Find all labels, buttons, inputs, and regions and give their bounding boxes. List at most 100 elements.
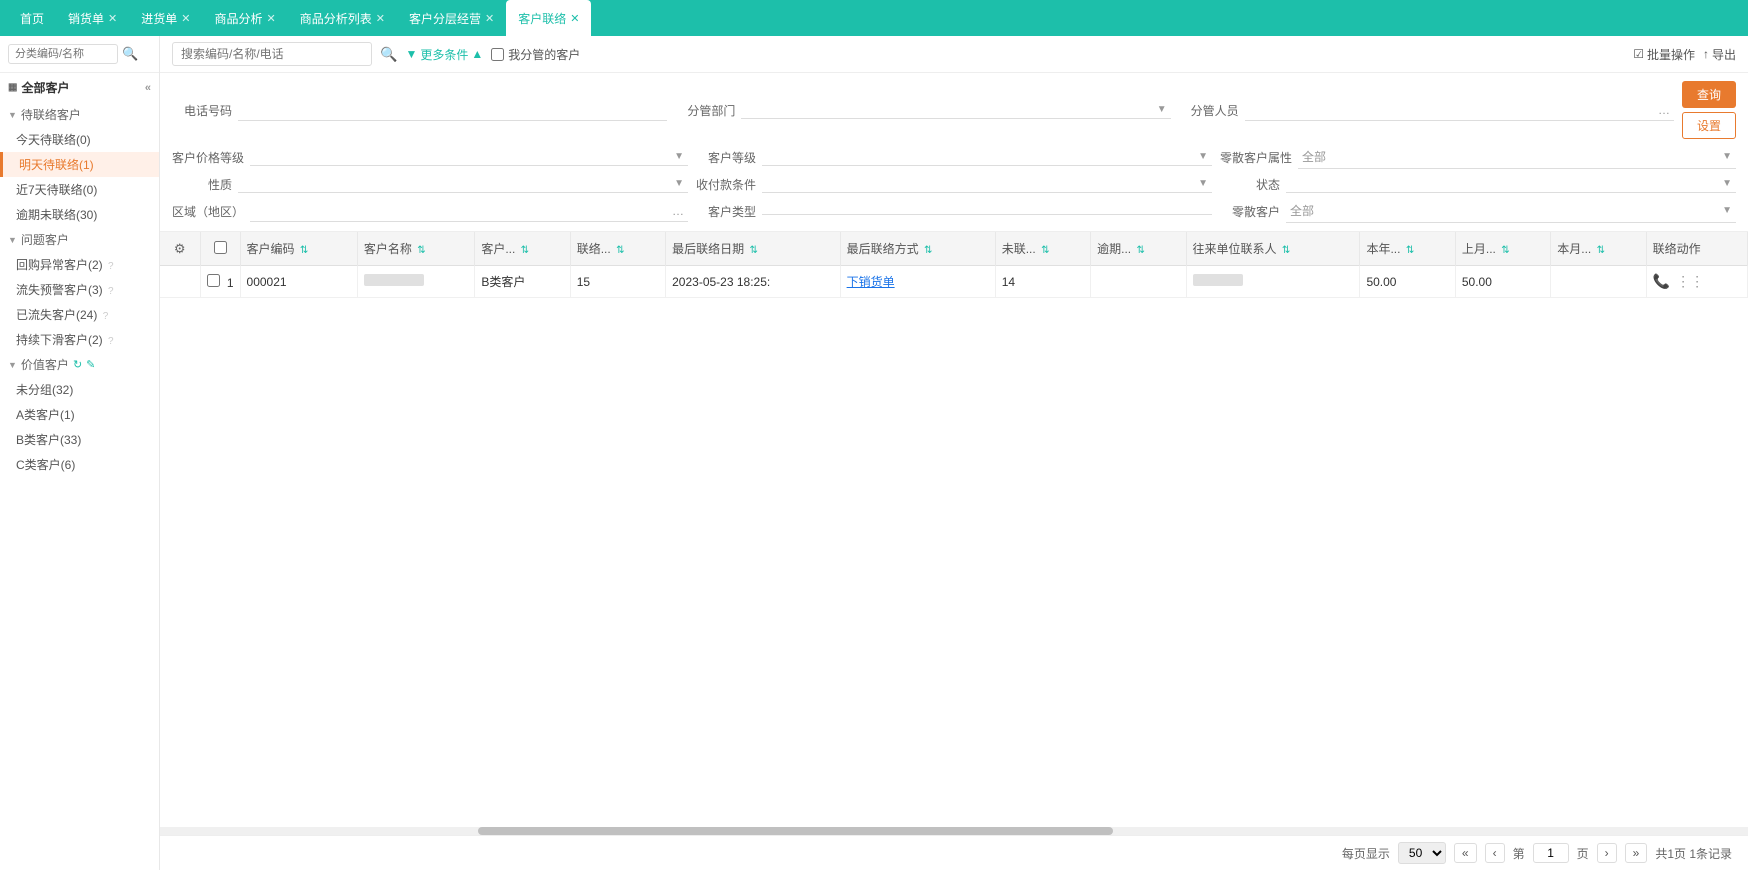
- filter-phone-input[interactable]: [242, 103, 663, 117]
- col-code-header: 客户编码 ⇅: [240, 232, 357, 266]
- filter-select-customer-type[interactable]: [762, 208, 1212, 215]
- sidebar-item-churn-warning[interactable]: 流失预警客户(3) ?: [0, 277, 159, 302]
- sort-last-month-icon[interactable]: ⇅: [1501, 245, 1509, 256]
- filter-select-customer-level[interactable]: ▼: [762, 148, 1212, 166]
- last-page-btn[interactable]: »: [1625, 843, 1648, 863]
- per-page-select[interactable]: 50: [1398, 842, 1446, 864]
- action-icons: 📞 ⋮⋮: [1653, 273, 1741, 290]
- sidebar-item-today-contact[interactable]: 今天待联络(0): [0, 127, 159, 152]
- prev-page-btn[interactable]: ‹: [1485, 843, 1505, 863]
- filter-select-payment[interactable]: ▼: [762, 175, 1212, 193]
- filter-select-area[interactable]: …: [250, 201, 688, 222]
- sidebar-collapse-btn[interactable]: «: [145, 82, 151, 94]
- filter-label-dept: 分管部门: [675, 102, 735, 119]
- sidebar-all-customers[interactable]: ▦ 全部客户 «: [0, 73, 159, 102]
- batch-ops-btn[interactable]: ☑ 批量操作: [1633, 46, 1695, 63]
- settings-btn[interactable]: 设置: [1682, 112, 1736, 139]
- query-btn[interactable]: 查询: [1682, 81, 1736, 108]
- filter-select-retail-customer[interactable]: 全部 ▼: [1286, 199, 1736, 223]
- filter-select-gender[interactable]: ▼: [238, 175, 688, 193]
- sidebar-item-tomorrow-contact[interactable]: 明天待联络(1): [0, 152, 159, 177]
- sidebar-item-churned[interactable]: 已流失客户(24) ?: [0, 302, 159, 327]
- value-refresh-icon[interactable]: ↻: [73, 358, 82, 371]
- nav-sales-order[interactable]: 销货单 ✕: [56, 0, 129, 36]
- sidebar-item-b-class[interactable]: B类客户(33): [0, 427, 159, 452]
- nav-product-analysis-list[interactable]: 商品分析列表 ✕: [288, 0, 397, 36]
- next-page-btn[interactable]: ›: [1597, 843, 1617, 863]
- sidebar-item-a-class[interactable]: A类客户(1): [0, 402, 159, 427]
- sort-type2-icon[interactable]: ⇅: [924, 245, 932, 256]
- filter-more-conditions-btn[interactable]: ▼ 更多条件 ▲: [405, 46, 483, 63]
- sidebar-search-input[interactable]: [8, 44, 118, 64]
- sort-name-icon[interactable]: ⇅: [417, 245, 425, 256]
- filter-label-customer-type: 客户类型: [696, 203, 756, 220]
- sort-this-month-icon[interactable]: ⇅: [1597, 245, 1605, 256]
- col-checkbox[interactable]: [200, 232, 240, 266]
- sidebar-item-declining[interactable]: 持续下滑客户(2) ?: [0, 327, 159, 352]
- sidebar-item-overdue-contact[interactable]: 逾期未联络(30): [0, 202, 159, 227]
- nav-product-analysis[interactable]: 商品分析 ✕: [202, 0, 287, 36]
- export-btn[interactable]: ↑ 导出: [1703, 46, 1736, 63]
- filter-select-status[interactable]: ▼: [1286, 175, 1736, 193]
- filter-search-input[interactable]: [172, 42, 372, 66]
- sort-code-icon[interactable]: ⇅: [300, 245, 308, 256]
- area-more-dots[interactable]: …: [672, 204, 684, 218]
- sort-this-year-icon[interactable]: ⇅: [1406, 245, 1414, 256]
- row-company-contact: [1186, 266, 1360, 298]
- sidebar-search-icon[interactable]: 🔍: [122, 46, 138, 62]
- sidebar-item-repurchase-abnormal[interactable]: 回购异常客户(2) ?: [0, 252, 159, 277]
- page-input[interactable]: [1533, 843, 1569, 863]
- row-last-contact-type-link[interactable]: 下销货单: [847, 275, 895, 289]
- sort-company-contact-icon[interactable]: ⇅: [1282, 245, 1290, 256]
- row-last-month: 50.00: [1455, 266, 1550, 298]
- sort-overdue-icon[interactable]: ⇅: [1136, 245, 1144, 256]
- sort-contact-icon[interactable]: ⇅: [616, 245, 624, 256]
- nav-customer-segment[interactable]: 客户分层经营 ✕: [397, 0, 506, 36]
- filter-label-area: 区域（地区）: [172, 203, 244, 220]
- nav-product-analysis-close[interactable]: ✕: [267, 12, 276, 25]
- nav-home[interactable]: 首页: [8, 0, 56, 36]
- sidebar-item-7days-contact[interactable]: 近7天待联络(0): [0, 177, 159, 202]
- col-settings[interactable]: ⚙: [160, 232, 200, 266]
- nav-customer-segment-close[interactable]: ✕: [485, 12, 494, 25]
- main-layout: 🔍 ▦ 全部客户 « 待联络客户 今天待联络(0) 明天待联络(1) 近7天待联…: [0, 36, 1748, 870]
- col-settings-icon[interactable]: ⚙: [174, 241, 186, 256]
- retail-customer-caret: ▼: [1722, 205, 1732, 216]
- row-expand: [160, 266, 200, 298]
- filter-select-price-level[interactable]: ▼: [250, 148, 688, 166]
- sort-type-icon[interactable]: ⇅: [521, 245, 529, 256]
- nav-customer-contact[interactable]: 客户联络 ✕: [506, 0, 591, 36]
- contact-action-icon[interactable]: 📞: [1653, 273, 1670, 290]
- manager-more-dots[interactable]: …: [1658, 103, 1670, 117]
- filter-label-customer-level: 客户等级: [696, 149, 756, 166]
- first-page-btn[interactable]: «: [1454, 843, 1477, 863]
- row-checkbox[interactable]: [207, 274, 220, 287]
- more-action-icon[interactable]: ⋮⋮: [1676, 273, 1704, 290]
- sort-not-contacted-icon[interactable]: ⇅: [1041, 245, 1049, 256]
- col-contact-header: 联络... ⇅: [570, 232, 665, 266]
- sort-date-icon[interactable]: ⇅: [749, 245, 757, 256]
- table-row: 1 000021 B类客户 15: [160, 266, 1748, 298]
- nav-purchase-order-close[interactable]: ✕: [181, 12, 190, 25]
- filter-select-retail-attr[interactable]: 全部 ▼: [1298, 145, 1736, 169]
- scrollbar-track[interactable]: [160, 827, 1748, 835]
- nav-purchase-order[interactable]: 进货单 ✕: [129, 0, 202, 36]
- filter-input-phone[interactable]: [238, 100, 667, 121]
- filter-search-btn[interactable]: 🔍: [380, 46, 397, 63]
- row-no: 1: [200, 266, 240, 298]
- filter-select-dept[interactable]: ▼: [741, 101, 1170, 119]
- nav-sales-order-close[interactable]: ✕: [108, 12, 117, 25]
- filter-field-gender: 性质 ▼: [172, 175, 688, 193]
- my-customers-checkbox-label[interactable]: 我分管的客户: [491, 46, 580, 63]
- sidebar-item-c-class[interactable]: C类客户(6): [0, 452, 159, 477]
- sidebar-item-unclassified[interactable]: 未分组(32): [0, 377, 159, 402]
- select-all-checkbox[interactable]: [214, 241, 227, 254]
- filter-select-manager[interactable]: …: [1245, 100, 1674, 121]
- nav-customer-contact-close[interactable]: ✕: [570, 12, 579, 25]
- my-customers-checkbox[interactable]: [491, 48, 504, 61]
- customers-table: ⚙ 客户编码 ⇅ 客户名称 ⇅: [160, 232, 1748, 298]
- col-this-month-header: 本月... ⇅: [1551, 232, 1646, 266]
- scrollbar-thumb[interactable]: [478, 827, 1113, 835]
- value-edit-icon[interactable]: ✎: [86, 358, 95, 371]
- nav-product-analysis-list-close[interactable]: ✕: [376, 12, 385, 25]
